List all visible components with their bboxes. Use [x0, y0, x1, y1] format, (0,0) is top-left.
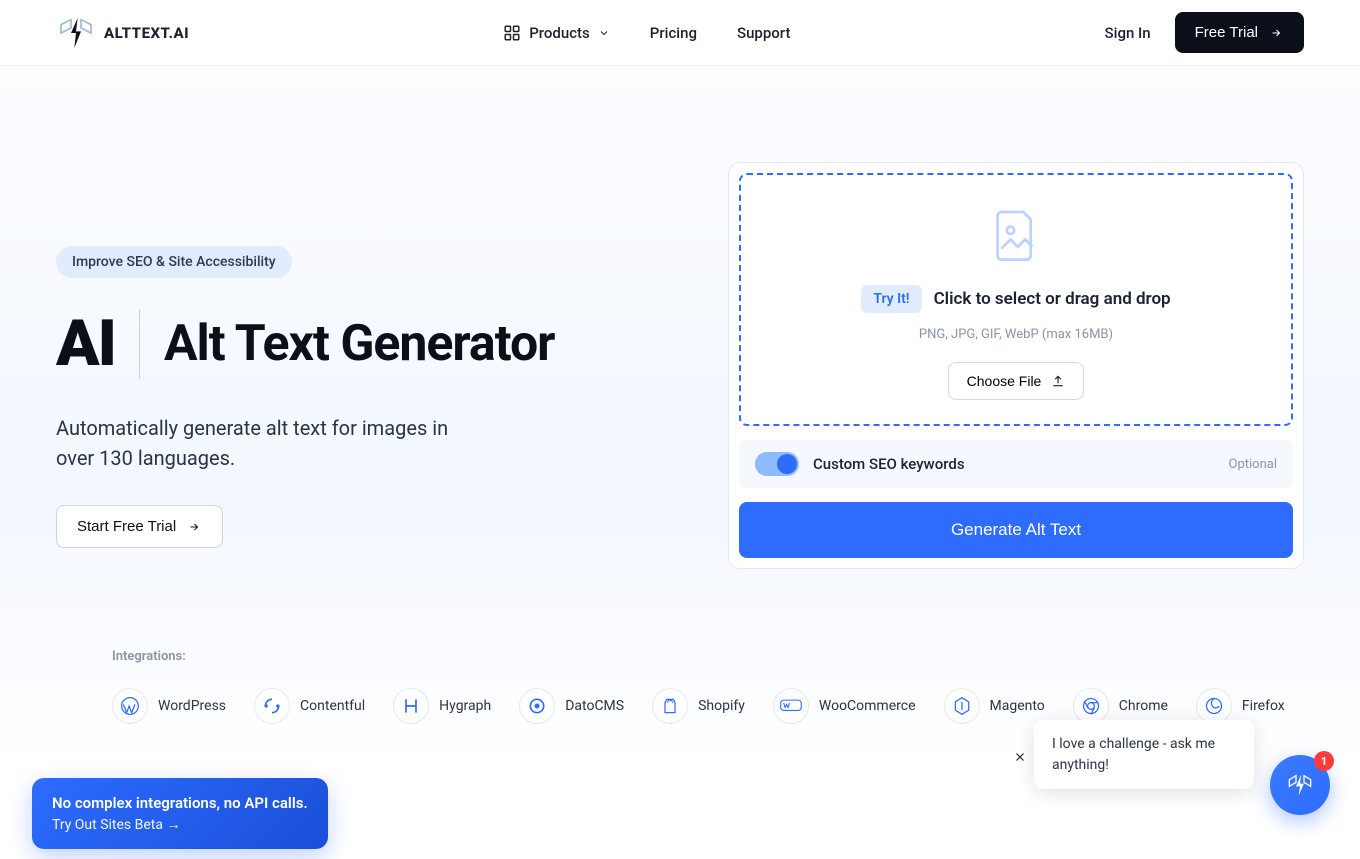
upload-icon	[1051, 374, 1065, 388]
integration-label: Hygraph	[439, 698, 491, 714]
integration-magento[interactable]: Magento	[944, 688, 1045, 724]
integration-label: Chrome	[1119, 698, 1168, 714]
dropzone[interactable]: Try It! Click to select or drag and drop…	[739, 173, 1293, 426]
grid-icon	[503, 24, 521, 42]
nav-support-label: Support	[737, 24, 790, 42]
try-it-pill: Try It!	[861, 285, 921, 313]
upload-card: Try It! Click to select or drag and drop…	[728, 162, 1304, 569]
logo-icon	[56, 13, 96, 53]
dropzone-hint: PNG, JPG, GIF, WebP (max 16MB)	[761, 327, 1271, 342]
seo-label: Custom SEO keywords	[813, 455, 965, 473]
signin-link[interactable]: Sign In	[1105, 24, 1151, 42]
arrow-right-icon	[186, 521, 202, 533]
integrations: Integrations: WordPress Contentful Hygra…	[56, 569, 1304, 724]
integration-chrome[interactable]: Chrome	[1073, 688, 1168, 724]
shopify-icon	[660, 696, 680, 716]
nav-pricing[interactable]: Pricing	[650, 24, 697, 42]
integration-label: DatoCMS	[565, 698, 624, 714]
integration-label: Contentful	[300, 698, 365, 714]
integration-label: WordPress	[158, 698, 226, 714]
integration-shopify[interactable]: Shopify	[652, 688, 745, 724]
firefox-icon	[1204, 696, 1224, 716]
hero-left: Improve SEO & Site Accessibility AI Alt …	[56, 166, 680, 548]
promo-banner[interactable]: No complex integrations, no API calls. T…	[32, 778, 328, 849]
nav-support[interactable]: Support	[737, 24, 790, 42]
contentful-icon	[262, 696, 282, 716]
hero-ai: AI	[56, 306, 115, 381]
nav-products[interactable]: Products	[503, 24, 610, 42]
title-divider	[139, 309, 140, 379]
free-trial-label: Free Trial	[1195, 24, 1258, 41]
integration-contentful[interactable]: Contentful	[254, 688, 365, 724]
promo-link: Try Out Sites Beta →	[52, 816, 308, 833]
chat-badge: 1	[1314, 751, 1334, 771]
start-free-trial-button[interactable]: Start Free Trial	[56, 505, 223, 548]
datocms-icon	[527, 696, 547, 716]
header: ALTTEXT.AI Products Pricing Support Sign…	[0, 0, 1360, 66]
wordpress-icon	[120, 696, 140, 716]
bolt-icon	[1284, 769, 1316, 801]
chat-message: I love a challenge - ask me anything!	[1034, 720, 1254, 789]
nav-products-label: Products	[529, 24, 590, 42]
chrome-icon	[1081, 696, 1101, 716]
magento-icon	[952, 696, 972, 716]
integration-wordpress[interactable]: WordPress	[112, 688, 226, 724]
start-free-trial-label: Start Free Trial	[77, 518, 176, 535]
integration-label: WooCommerce	[819, 698, 916, 714]
integration-label: Firefox	[1242, 698, 1285, 714]
nav: Products Pricing Support	[503, 24, 790, 42]
logo[interactable]: ALTTEXT.AI	[56, 13, 189, 53]
seo-toggle[interactable]	[755, 452, 799, 476]
chevron-down-icon	[598, 27, 610, 39]
free-trial-button[interactable]: Free Trial	[1175, 12, 1304, 53]
choose-file-label: Choose File	[967, 373, 1042, 389]
header-actions: Sign In Free Trial	[1105, 12, 1304, 53]
integration-label: Magento	[990, 698, 1045, 714]
seo-row: Custom SEO keywords Optional	[739, 440, 1293, 488]
hygraph-icon	[401, 696, 421, 716]
integration-label: Shopify	[698, 698, 745, 714]
integration-hygraph[interactable]: Hygraph	[393, 688, 491, 724]
promo-title: No complex integrations, no API calls.	[52, 794, 308, 812]
hero-subtitle: Automatically generate alt text for imag…	[56, 413, 456, 473]
integrations-row: WordPress Contentful Hygraph DatoCMS Sho…	[112, 688, 1248, 724]
hero-title-row: AI Alt Text Generator	[56, 306, 680, 381]
hero: Improve SEO & Site Accessibility AI Alt …	[0, 66, 1360, 766]
logo-text: ALTTEXT.AI	[104, 24, 189, 42]
arrow-right-icon	[1268, 27, 1284, 39]
woocommerce-icon	[780, 699, 802, 713]
hero-badge: Improve SEO & Site Accessibility	[56, 246, 292, 278]
optional-label: Optional	[1229, 457, 1277, 472]
hero-title: Alt Text Generator	[164, 315, 555, 373]
dropzone-text: Click to select or drag and drop	[934, 289, 1171, 309]
chat-fab[interactable]: 1	[1270, 755, 1330, 815]
integration-datocms[interactable]: DatoCMS	[519, 688, 624, 724]
integration-woocommerce[interactable]: WooCommerce	[773, 688, 916, 724]
nav-pricing-label: Pricing	[650, 24, 697, 42]
choose-file-button[interactable]: Choose File	[948, 362, 1085, 400]
integration-firefox[interactable]: Firefox	[1196, 688, 1285, 724]
chat-close-button[interactable]	[1010, 747, 1030, 767]
integrations-label: Integrations:	[112, 649, 1248, 664]
close-icon	[1013, 750, 1027, 764]
generate-button[interactable]: Generate Alt Text	[739, 502, 1293, 558]
image-file-icon	[994, 207, 1038, 261]
